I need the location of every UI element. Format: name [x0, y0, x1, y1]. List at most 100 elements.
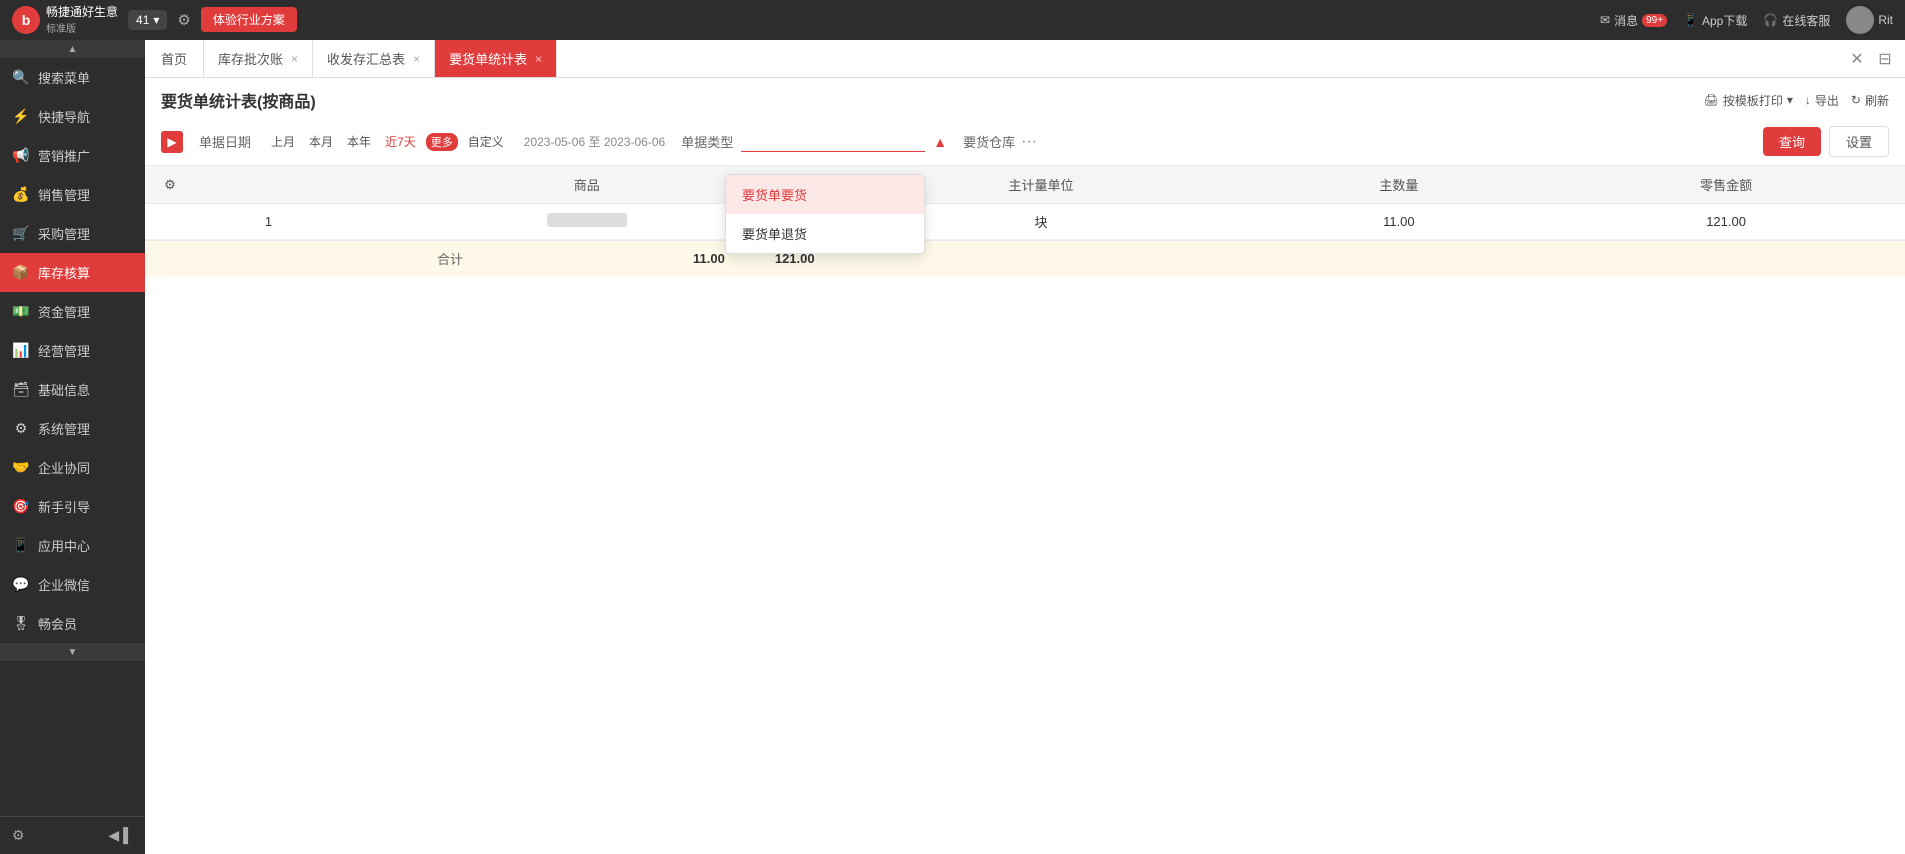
settings-button[interactable]: 设置: [1829, 126, 1889, 157]
sidebar-item-cooperation[interactable]: 🤝 企业协同: [0, 448, 145, 487]
filter-expand-btn[interactable]: ▶: [161, 131, 183, 153]
row-settings-cell: [145, 204, 195, 240]
company-selector[interactable]: 41 ▾: [128, 10, 167, 30]
type-dropdown-popup: 要货单要货 要货单退货: [725, 174, 925, 254]
date-btn-this-month[interactable]: 本月: [305, 131, 337, 152]
tab-home-label: 首页: [161, 49, 187, 68]
date-quick-buttons: 上月 本月 本年 近7天 更多 自定义: [267, 131, 508, 152]
tab-inventory-batch-label: 库存批次账: [218, 49, 283, 68]
tab-order-summary-label: 要货单统计表: [449, 49, 527, 68]
sidebar-item-corp-wechat[interactable]: 💬 企业微信: [0, 565, 145, 604]
app-download-item[interactable]: 📱 App下载: [1683, 12, 1747, 29]
sidebar-item-guide[interactable]: 🎯 新手引导: [0, 487, 145, 526]
sidebar-item-operations[interactable]: 📊 经营管理: [0, 331, 145, 370]
headset-icon: 🎧: [1763, 13, 1778, 27]
tab-inventory-batch[interactable]: 库存批次账 ×: [204, 40, 313, 77]
footer-qty: 11.00: [693, 251, 725, 266]
type-dropdown-chevron[interactable]: ▲: [933, 134, 947, 150]
sidebar-item-app-center[interactable]: 📱 应用中心: [0, 526, 145, 565]
sidebar-item-finance[interactable]: 💵 资金管理: [0, 292, 145, 331]
dropdown-option-order-return[interactable]: 要货单退货: [726, 214, 924, 253]
box-icon: 📦: [12, 264, 30, 282]
content-area: 首页 库存批次账 × 收发存汇总表 × 要货单统计表 × ✕ ⊟: [145, 40, 1905, 854]
tab-order-summary[interactable]: 要货单统计表 ×: [435, 40, 557, 77]
sidebar-item-label: 快捷导航: [38, 107, 90, 126]
page-content: 要货单统计表(按商品) 🖨 按模板打印 ▾ ↓ 导出 ↻ 刷新: [145, 78, 1905, 854]
col-settings-header[interactable]: ⚙: [145, 166, 195, 204]
filter-actions: 查询 设置: [1763, 126, 1889, 157]
message-label: 消息: [1614, 12, 1638, 29]
main-layout: ▲ 🔍 搜索菜单 ⚡ 快捷导航 📢 营销推广 💰 销售管理 🛒 采购管理 📦 库…: [0, 40, 1905, 854]
footer-collapse-icon[interactable]: ◀ ▌: [108, 827, 133, 844]
top-header: b 畅捷通好生意 标准版 41 ▾ ⚙ 体验行业方案 ✉ 消息 99+ 📱 Ap…: [0, 0, 1905, 40]
table-header-row: ⚙ 商品 主计量单位 主数量 零售金额: [145, 166, 1905, 204]
sidebar-item-label: 营销推广: [38, 146, 90, 165]
sidebar-scroll-up[interactable]: ▲: [0, 40, 145, 58]
dropdown-option-label: 要货单要货: [742, 188, 807, 203]
message-item[interactable]: ✉ 消息 99+: [1600, 12, 1667, 29]
sidebar-item-sales[interactable]: 💰 销售管理: [0, 175, 145, 214]
tab-order-summary-close[interactable]: ×: [535, 52, 542, 66]
table-container: ⚙ 商品 主计量单位 主数量 零售金额 1: [145, 166, 1905, 240]
online-service-item[interactable]: 🎧 在线客服: [1763, 12, 1830, 29]
type-filter-input[interactable]: [741, 132, 925, 152]
sidebar-item-purchase[interactable]: 🛒 采购管理: [0, 214, 145, 253]
logo-icon: b: [12, 6, 40, 34]
refresh-icon: ↻: [1851, 93, 1861, 107]
warehouse-filter-label: 要货仓库: [963, 132, 1015, 151]
dropdown-option-order-purchase[interactable]: 要货单要货: [726, 175, 924, 214]
page-header: 要货单统计表(按商品) 🖨 按模板打印 ▾ ↓ 导出 ↻ 刷新: [145, 78, 1905, 118]
sidebar-item-quick-nav[interactable]: ⚡ 快捷导航: [0, 97, 145, 136]
footer-settings-icon[interactable]: ⚙: [12, 827, 25, 844]
sidebar-item-label: 库存核算: [38, 263, 90, 282]
tab-expand-btn[interactable]: ⊟: [1873, 47, 1897, 71]
warehouse-more-btn[interactable]: ···: [1021, 133, 1037, 151]
app-subtitle: 标准版: [46, 20, 118, 35]
tab-home[interactable]: 首页: [145, 40, 204, 77]
cart-icon: 🛒: [12, 225, 30, 243]
phone-icon: 📱: [12, 537, 30, 555]
tab-recv-send-close[interactable]: ×: [413, 52, 420, 66]
sidebar-item-member[interactable]: 🎖 畅会员: [0, 604, 145, 643]
col-amount-header: 零售金额: [1547, 166, 1905, 204]
sidebar-item-basic-info[interactable]: 🗃 基础信息: [0, 370, 145, 409]
sidebar-item-search[interactable]: 🔍 搜索菜单: [0, 58, 145, 97]
sidebar-scroll-down[interactable]: ▼: [0, 643, 145, 661]
date-btn-this-year[interactable]: 本年: [343, 131, 375, 152]
online-service-label: 在线客服: [1782, 12, 1830, 29]
sidebar-item-marketing[interactable]: 📢 营销推广: [0, 136, 145, 175]
tab-close-all-btn[interactable]: ✕: [1845, 47, 1869, 71]
query-button[interactable]: 查询: [1763, 127, 1821, 156]
sidebar-item-label: 搜索菜单: [38, 68, 90, 87]
date-btn-last-7-days[interactable]: 近7天: [381, 131, 420, 152]
date-more-badge[interactable]: 更多: [426, 133, 458, 151]
user-avatar-area[interactable]: Rit: [1846, 6, 1893, 34]
header-left: b 畅捷通好生意 标准版 41 ▾ ⚙ 体验行业方案: [12, 5, 297, 34]
sidebar-item-inventory[interactable]: 📦 库存核算: [0, 253, 145, 292]
target-icon: 🎯: [12, 498, 30, 516]
tab-recv-send[interactable]: 收发存汇总表 ×: [313, 40, 435, 77]
footer-label: 合计: [437, 249, 463, 268]
company-name: 41: [136, 13, 149, 27]
sidebar-item-label: 经营管理: [38, 341, 90, 360]
table-settings-icon[interactable]: ⚙: [164, 177, 176, 192]
date-range-display: 2023-05-06 至 2023-06-06: [524, 133, 665, 150]
tab-inventory-batch-close[interactable]: ×: [291, 52, 298, 66]
print-template-btn[interactable]: 🖨 按模板打印 ▾: [1704, 92, 1793, 109]
sidebar-item-system[interactable]: ⚙ 系统管理: [0, 409, 145, 448]
filter-row: ▶ 单据日期 上月 本月 本年 近7天 更多 自定义 2023-05-06 至 …: [161, 126, 1889, 157]
trial-button[interactable]: 体验行业方案: [201, 7, 297, 32]
refresh-btn[interactable]: ↻ 刷新: [1851, 92, 1889, 109]
tab-bar: 首页 库存批次账 × 收发存汇总表 × 要货单统计表 × ✕ ⊟: [145, 40, 1905, 78]
gear-icon: ⚙: [12, 420, 30, 438]
blurred-product-name: [547, 213, 627, 227]
date-btn-last-month[interactable]: 上月: [267, 131, 299, 152]
sidebar-item-label: 资金管理: [38, 302, 90, 321]
settings-icon[interactable]: ⚙: [177, 11, 190, 29]
date-btn-custom[interactable]: 自定义: [464, 131, 508, 152]
export-label: 导出: [1815, 92, 1839, 109]
row-amount-cell: 121.00: [1547, 204, 1905, 240]
export-btn[interactable]: ↓ 导出: [1805, 92, 1839, 109]
print-template-label: 按模板打印: [1723, 92, 1783, 109]
chat-icon: 💬: [12, 576, 30, 594]
